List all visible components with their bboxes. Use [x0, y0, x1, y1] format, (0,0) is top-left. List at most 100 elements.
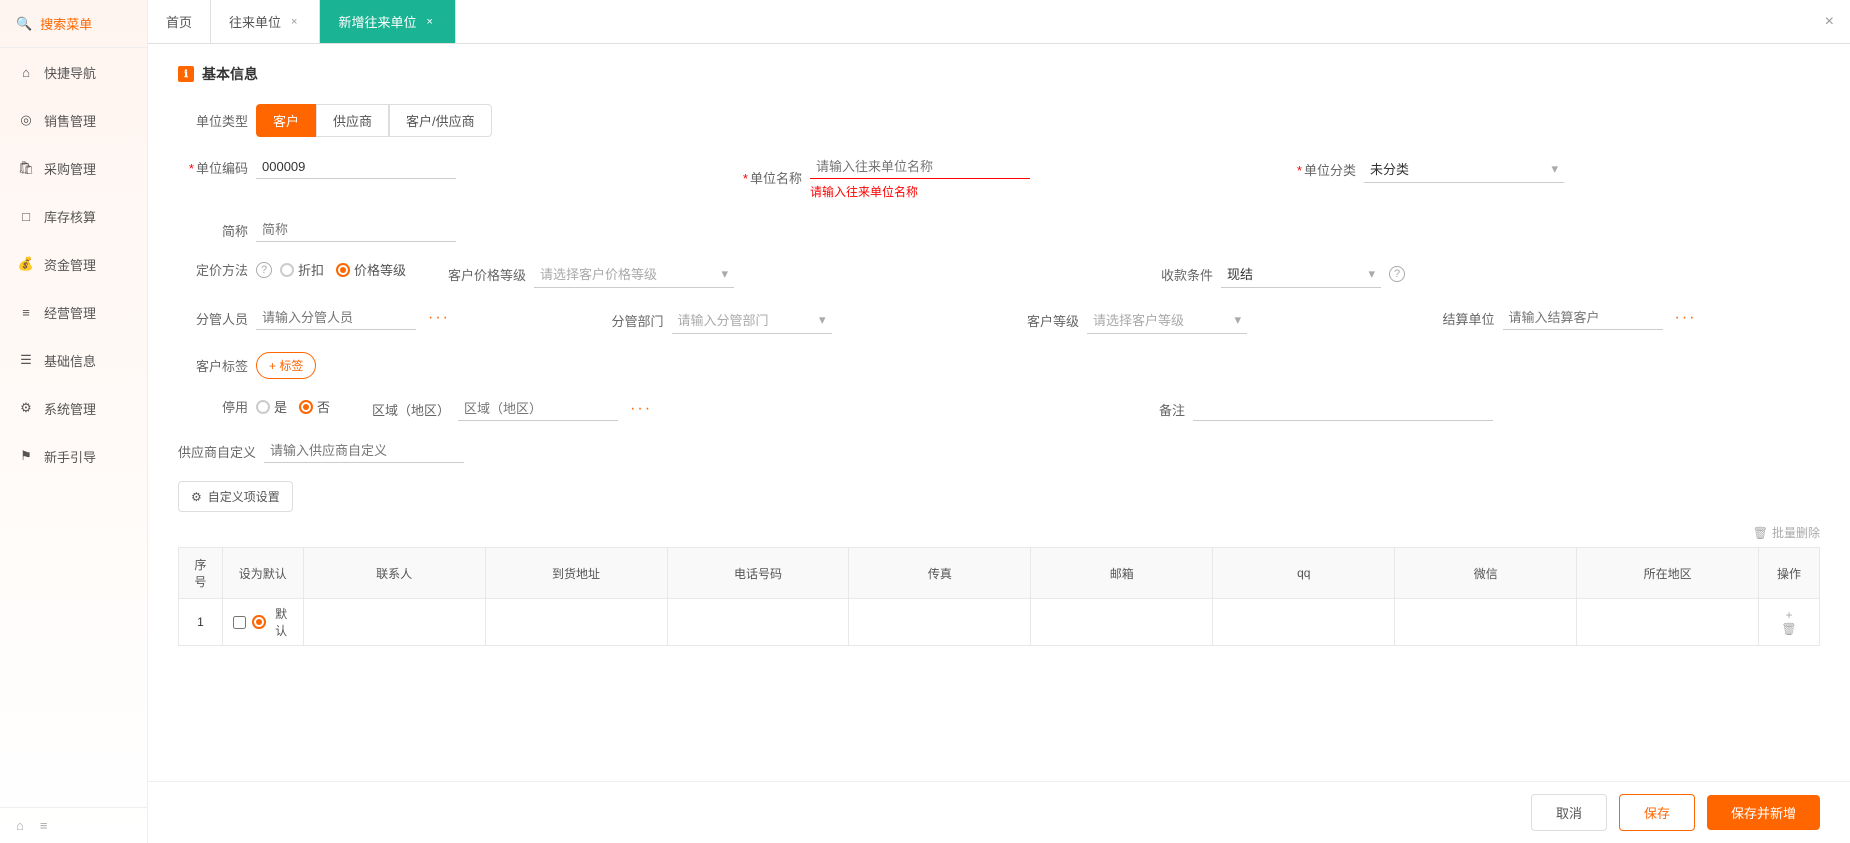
tab-home-label: 首页 — [166, 12, 192, 31]
settle-unit-input[interactable] — [1503, 306, 1663, 330]
add-tag-button[interactable]: + 标签 — [256, 352, 316, 379]
tab-home[interactable]: 首页 — [148, 0, 211, 43]
customer-price-select[interactable]: 请选择客户价格等级 ▾ — [534, 260, 734, 288]
manager-dots-button[interactable]: ··· — [424, 309, 454, 327]
tab-partners[interactable]: 往来单位 × — [211, 0, 320, 43]
save-and-new-button[interactable]: 保存并新增 — [1707, 795, 1820, 830]
customer-level-select[interactable]: 请选择客户等级 ▾ — [1087, 306, 1247, 334]
pricing-help-icon[interactable]: ? — [256, 262, 272, 278]
payment-terms-arrow: ▾ — [1368, 266, 1375, 282]
add-row-button[interactable]: + — [1786, 608, 1793, 622]
disable-no-radio[interactable]: 否 — [299, 397, 330, 416]
sidebar-search-label: 搜索菜单 — [40, 14, 92, 33]
payment-terms-help-icon[interactable]: ? — [1389, 266, 1405, 282]
customer-price-group: 客户价格等级 请选择客户价格等级 ▾ — [436, 260, 1113, 288]
unit-code-input[interactable] — [256, 155, 456, 179]
delete-row-button[interactable]: 🗑 — [1781, 622, 1796, 636]
sidebar-item-operations[interactable]: ≡ 经营管理 — [0, 288, 147, 336]
gear-icon: ⚙ — [16, 398, 36, 418]
col-contact: 联系人 — [303, 548, 485, 599]
phone-input[interactable] — [678, 615, 839, 630]
save-button[interactable]: 保存 — [1619, 794, 1695, 831]
customer-price-placeholder: 请选择客户价格等级 — [540, 264, 657, 283]
unit-name-group: *单位名称 请输入往来单位名称 — [732, 155, 1266, 200]
price-level-label: 价格等级 — [354, 260, 406, 279]
info-icon: ℹ — [184, 69, 188, 80]
col-phone: 电话号码 — [667, 548, 849, 599]
row-wechat — [1395, 599, 1577, 646]
short-name-input[interactable] — [256, 218, 456, 242]
batch-delete-button[interactable]: 🗑 批量删除 — [1753, 524, 1820, 541]
sidebar-item-basic[interactable]: ☰ 基础信息 — [0, 336, 147, 384]
department-select[interactable]: 请输入分管部门 ▾ — [672, 306, 832, 334]
department-label: 分管部门 — [594, 311, 664, 330]
unit-name-input[interactable] — [810, 155, 1030, 179]
remark-label: 备注 — [1115, 400, 1185, 419]
manager-input[interactable] — [256, 306, 416, 330]
payment-terms-select[interactable]: 现结 ▾ — [1221, 260, 1381, 288]
tab-partners-close[interactable]: × — [287, 14, 301, 30]
settle-unit-dots-button[interactable]: ··· — [1671, 309, 1701, 327]
short-name-group: 简称 — [178, 218, 1820, 242]
contact-input[interactable] — [314, 615, 475, 630]
disable-yes-radio[interactable]: 是 — [256, 397, 287, 416]
discount-radio-circle — [280, 263, 294, 277]
sidebar-search[interactable]: 🔍 搜索菜单 — [0, 0, 147, 48]
sidebar-item-system[interactable]: ⚙ 系统管理 — [0, 384, 147, 432]
section-title-text: 基本信息 — [202, 64, 258, 84]
sidebar-item-label: 系统管理 — [44, 399, 96, 418]
sidebar-item-label: 销售管理 — [44, 111, 96, 130]
sidebar-item-purchase[interactable]: 🛍 采购管理 — [0, 144, 147, 192]
address-input[interactable] — [496, 615, 657, 630]
close-all-tabs-button[interactable]: × — [1809, 13, 1850, 31]
unit-category-arrow: ▾ — [1551, 161, 1558, 177]
unit-info-row: *单位编码 *单位名称 请输入往来单位名称 *单位分类 未分类 — [178, 155, 1820, 200]
supplier-custom-label: 供应商自定义 — [178, 442, 256, 461]
manager-row: 分管人员 ··· 分管部门 请输入分管部门 ▾ 客户等级 请选择客户等级 ▾ 结… — [178, 306, 1820, 334]
required-star2: * — [743, 171, 748, 186]
wechat-input[interactable] — [1405, 615, 1566, 630]
department-placeholder: 请输入分管部门 — [678, 310, 769, 329]
disable-group: 停用 是 否 — [178, 397, 330, 416]
action-bar: 取消 保存 保存并新增 — [148, 781, 1850, 843]
region-dots-button[interactable]: ··· — [626, 400, 656, 418]
email-input[interactable] — [1041, 615, 1202, 630]
cancel-button[interactable]: 取消 — [1531, 794, 1607, 831]
sidebar-item-sales[interactable]: ◎ 销售管理 — [0, 96, 147, 144]
customer-level-label: 客户等级 — [1009, 311, 1079, 330]
pricing-price-level-radio[interactable]: 价格等级 — [336, 260, 406, 279]
sidebar-item-label: 新手引导 — [44, 447, 96, 466]
row-region-input[interactable] — [1587, 615, 1748, 630]
tab-new-partner-label: 新增往来单位 — [338, 12, 416, 31]
tab-new-partner[interactable]: 新增往来单位 × — [320, 0, 455, 43]
unit-type-both-button[interactable]: 客户/供应商 — [389, 104, 492, 137]
short-name-label: 简称 — [178, 221, 248, 240]
tab-new-partner-close[interactable]: × — [422, 14, 436, 30]
unit-type-row: 单位类型 客户 供应商 客户/供应商 — [178, 104, 1820, 137]
customer-level-group: 客户等级 请选择客户等级 ▾ — [1009, 306, 1405, 334]
default-radio-circle — [252, 615, 266, 629]
unit-category-select[interactable]: 未分类 ▾ — [1364, 155, 1564, 183]
supplier-custom-input[interactable] — [264, 439, 464, 463]
remark-input[interactable] — [1193, 397, 1493, 421]
col-index: 序号 — [179, 548, 223, 599]
qq-input[interactable] — [1223, 615, 1384, 630]
sidebar-item-quick-nav[interactable]: ⌂ 快捷导航 — [0, 48, 147, 96]
fax-input[interactable] — [859, 615, 1020, 630]
unit-name-label: *单位名称 — [732, 168, 802, 187]
col-qq: qq — [1213, 548, 1395, 599]
sidebar-item-inventory[interactable]: □ 库存核算 — [0, 192, 147, 240]
default-radio[interactable]: 默认 — [252, 605, 293, 639]
required-star3: * — [1297, 163, 1302, 178]
sidebar-item-finance[interactable]: 💰 资金管理 — [0, 240, 147, 288]
custom-settings-label: 自定义项设置 — [208, 488, 280, 505]
custom-settings-button[interactable]: ⚙ 自定义项设置 — [178, 481, 293, 512]
row-checkbox[interactable] — [233, 616, 246, 629]
pricing-discount-radio[interactable]: 折扣 — [280, 260, 324, 279]
sidebar-item-guide[interactable]: ⚑ 新手引导 — [0, 432, 147, 480]
sidebar-item-label: 基础信息 — [44, 351, 96, 370]
unit-type-customer-button[interactable]: 客户 — [256, 104, 316, 137]
row-fax — [849, 599, 1031, 646]
unit-type-supplier-button[interactable]: 供应商 — [316, 104, 389, 137]
region-input[interactable] — [458, 397, 618, 421]
